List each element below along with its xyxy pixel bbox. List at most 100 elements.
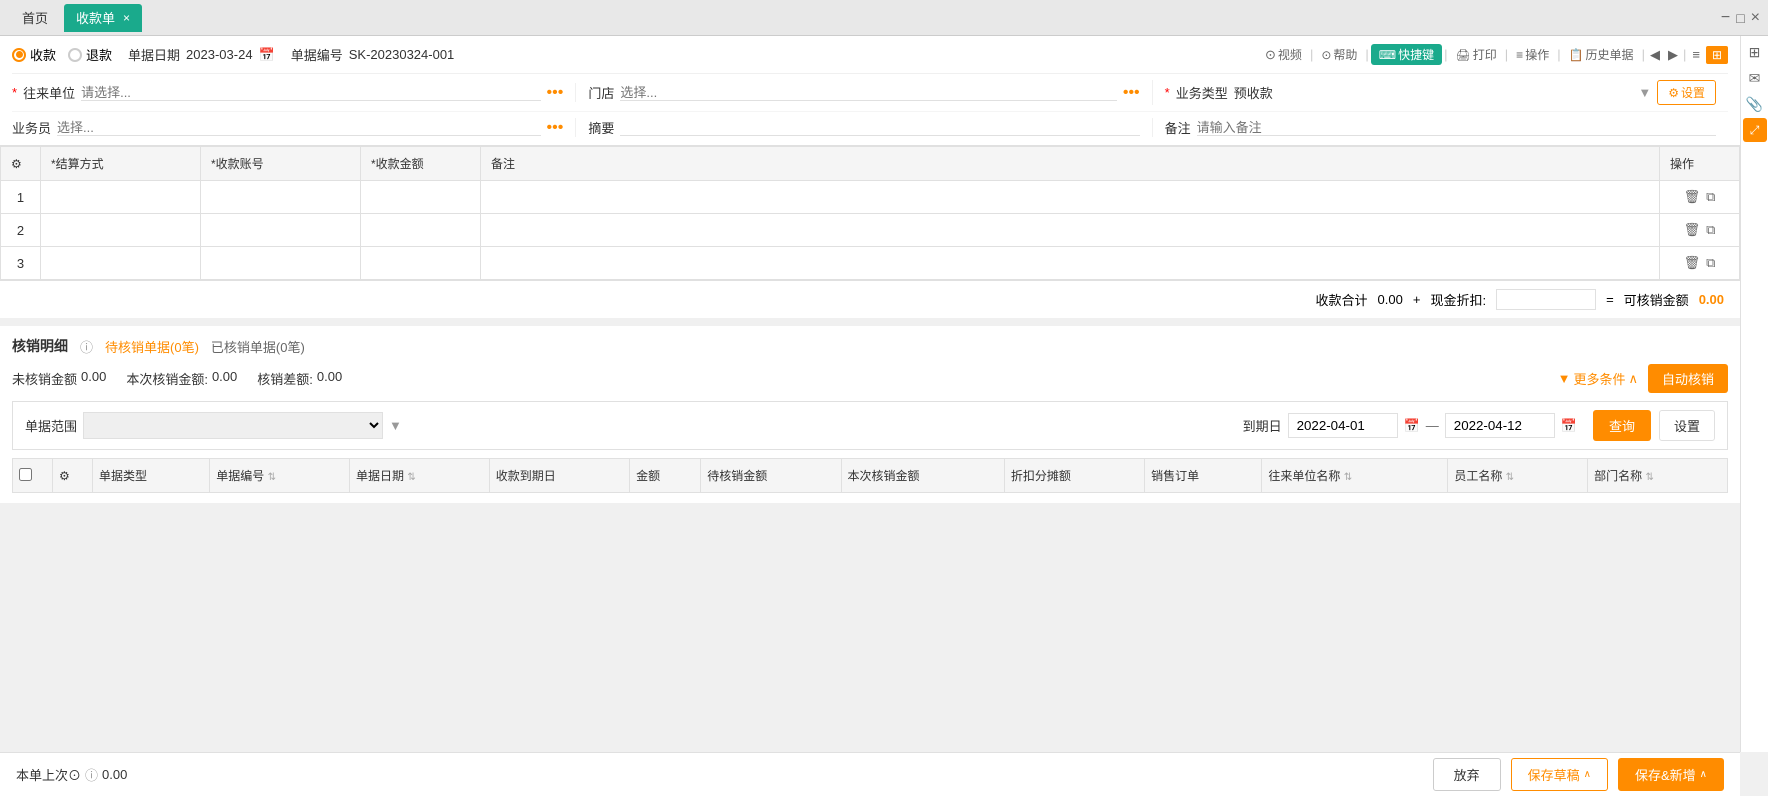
verif-info-icon[interactable]: ⓘ bbox=[80, 337, 93, 356]
tab-close-icon[interactable]: × bbox=[123, 11, 130, 25]
toolbar-shortcut[interactable]: ⌨ 快捷键 bbox=[1371, 44, 1442, 65]
col-notes-header: 备注 bbox=[481, 147, 1660, 181]
query-button[interactable]: 查询 bbox=[1593, 410, 1651, 441]
summary-row: 收款合计 0.00 + 现金折扣: = 可核销金额 0.00 bbox=[0, 280, 1740, 318]
counterparty-label: 往来单位 bbox=[23, 83, 75, 102]
date-to-input[interactable] bbox=[1445, 413, 1555, 438]
tab-current[interactable]: 收款单 × bbox=[64, 4, 142, 32]
col-partner-header[interactable]: 往来单位名称 ⇅ bbox=[1262, 459, 1448, 493]
toolbar-history[interactable]: 📋 历史单据 bbox=[1563, 46, 1640, 63]
save-new-button[interactable]: 保存&新增 ∧ bbox=[1618, 758, 1724, 791]
discount-input[interactable] bbox=[1496, 289, 1596, 310]
toolbar-operations[interactable]: ≡ 操作 bbox=[1510, 46, 1555, 63]
completed-tab[interactable]: 已核销单据(0笔) bbox=[211, 337, 305, 356]
notes-cell-1[interactable] bbox=[481, 181, 1660, 214]
col-employee-header[interactable]: 员工名称 ⇅ bbox=[1448, 459, 1588, 493]
table-row: 3 🗑 ⧉ bbox=[1, 247, 1740, 280]
abstract-input[interactable] bbox=[620, 120, 1139, 136]
toolbar-help[interactable]: ⊙ 帮助 bbox=[1315, 46, 1363, 63]
delete-row-3-icon[interactable]: 🗑 bbox=[1684, 255, 1701, 271]
abstract-field: 摘要 bbox=[575, 118, 1151, 137]
calendar-to-icon[interactable]: 📅 bbox=[1561, 418, 1577, 434]
verif-search-row: 单据范围 ▼ 到期日 📅 — 📅 查询 设置 bbox=[12, 401, 1728, 450]
nav-next-icon[interactable]: ▶ bbox=[1665, 47, 1681, 63]
counterparty-field: * 往来单位 ••• bbox=[12, 83, 575, 102]
salesperson-field: 业务员 ••• bbox=[12, 118, 575, 137]
save-draft-button[interactable]: 保存草稿 ∧ bbox=[1511, 758, 1608, 791]
more-conditions-btn[interactable]: ▼ 更多条件 ∧ bbox=[1558, 369, 1638, 388]
pending-tab[interactable]: 待核销单据(0笔) bbox=[105, 337, 199, 356]
remark-field: 备注 bbox=[1152, 118, 1728, 137]
right-panel: ⊞ ✉ 📎 ⤢ bbox=[1740, 36, 1768, 752]
discount-label: 现金折扣: bbox=[1430, 290, 1486, 309]
gear-icon[interactable]: ⚙ bbox=[11, 157, 22, 171]
salesperson-input[interactable] bbox=[57, 120, 541, 136]
receipt-table: ⚙ *结算方式 *收款账号 *收款金额 备注 操作 bbox=[0, 146, 1740, 280]
col-doc-date-header[interactable]: 单据日期 ⇅ bbox=[350, 459, 490, 493]
toolbar-video[interactable]: ⊙ 视频 bbox=[1259, 46, 1308, 63]
close-button[interactable]: × bbox=[1751, 9, 1760, 27]
radio-group: 收款 退款 bbox=[12, 45, 112, 64]
col-amount-header: 金额 bbox=[630, 459, 701, 493]
date-field: 单据日期 2023-03-24 📅 bbox=[128, 45, 275, 64]
tab-home[interactable]: 首页 bbox=[8, 4, 62, 32]
store-input[interactable] bbox=[620, 85, 1117, 101]
delete-row-2-icon[interactable]: 🗑 bbox=[1684, 222, 1701, 238]
biz-type-dropdown[interactable]: ▼ bbox=[1638, 85, 1651, 100]
date-value: 2023-03-24 bbox=[186, 47, 253, 62]
settle-cell-3[interactable] bbox=[41, 247, 201, 280]
remark-input[interactable] bbox=[1197, 120, 1716, 136]
minimize-button[interactable]: − bbox=[1721, 9, 1730, 27]
copy-row-1-icon[interactable]: ⧉ bbox=[1706, 189, 1715, 205]
sort-icon-date: ⇅ bbox=[407, 472, 415, 483]
copy-row-2-icon[interactable]: ⧉ bbox=[1706, 222, 1715, 238]
account-cell-3[interactable] bbox=[201, 247, 361, 280]
calendar-icon[interactable]: 📅 bbox=[259, 47, 275, 63]
right-clip-icon[interactable]: 📎 bbox=[1743, 92, 1767, 116]
col-doc-no-header[interactable]: 单据编号 ⇅ bbox=[210, 459, 350, 493]
counterparty-more-icon[interactable]: ••• bbox=[547, 84, 564, 102]
col-amount-header: *收款金额 bbox=[361, 147, 481, 181]
store-more-icon[interactable]: ••• bbox=[1123, 84, 1140, 102]
diff-stat: 核销差额: 0.00 bbox=[257, 369, 342, 388]
maximize-button[interactable]: □ bbox=[1736, 10, 1744, 26]
setting-button[interactable]: ⚙ 设置 bbox=[1657, 80, 1716, 105]
bottom-info-icon[interactable]: ⓘ bbox=[85, 765, 98, 784]
counterparty-input[interactable] bbox=[81, 85, 540, 101]
auto-verif-button[interactable]: 自动核销 bbox=[1648, 364, 1728, 393]
settle-cell-2[interactable] bbox=[41, 214, 201, 247]
toolbar-print[interactable]: 🖨 打印 bbox=[1450, 46, 1503, 63]
account-cell-2[interactable] bbox=[201, 214, 361, 247]
notes-cell-2[interactable] bbox=[481, 214, 1660, 247]
col-gear-header[interactable]: ⚙ bbox=[53, 459, 93, 493]
notes-cell-3[interactable] bbox=[481, 247, 1660, 280]
delete-row-1-icon[interactable]: 🗑 bbox=[1684, 189, 1701, 205]
range-select[interactable] bbox=[83, 412, 383, 439]
select-all-checkbox[interactable] bbox=[19, 468, 32, 481]
right-table-icon[interactable]: ⊞ bbox=[1743, 40, 1767, 64]
radio-receipt[interactable]: 收款 bbox=[12, 45, 56, 64]
amount-cell-1[interactable] bbox=[361, 181, 481, 214]
copy-row-3-icon[interactable]: ⧉ bbox=[1706, 255, 1715, 271]
range-dropdown-icon[interactable]: ▼ bbox=[389, 418, 402, 433]
bottom-gear-icon[interactable]: ⚙ bbox=[59, 469, 70, 483]
amount-cell-3[interactable] bbox=[361, 247, 481, 280]
docno-field: 单据编号 SK-20230324-001 bbox=[291, 45, 455, 64]
abandon-button[interactable]: 放弃 bbox=[1433, 758, 1501, 791]
right-expand-icon[interactable]: ⤢ bbox=[1743, 118, 1767, 142]
amount-cell-2[interactable] bbox=[361, 214, 481, 247]
col-due-date-header: 收款到期日 bbox=[489, 459, 629, 493]
col-dept-header[interactable]: 部门名称 ⇅ bbox=[1588, 459, 1728, 493]
settle-cell-1[interactable] bbox=[41, 181, 201, 214]
settings-sm-button[interactable]: 设置 bbox=[1659, 410, 1715, 441]
view-list-icon[interactable]: ≡ bbox=[1688, 45, 1704, 64]
view-grid-icon[interactable]: ⊞ bbox=[1706, 46, 1728, 64]
radio-refund[interactable]: 退款 bbox=[68, 45, 112, 64]
right-email-icon[interactable]: ✉ bbox=[1743, 66, 1767, 90]
date-from-input[interactable] bbox=[1288, 413, 1398, 438]
nav-prev-icon[interactable]: ◀ bbox=[1647, 47, 1663, 63]
salesperson-more-icon[interactable]: ••• bbox=[547, 119, 564, 137]
calendar-from-icon[interactable]: 📅 bbox=[1404, 418, 1420, 434]
account-cell-1[interactable] bbox=[201, 181, 361, 214]
col-settings-header[interactable]: ⚙ bbox=[1, 147, 41, 181]
